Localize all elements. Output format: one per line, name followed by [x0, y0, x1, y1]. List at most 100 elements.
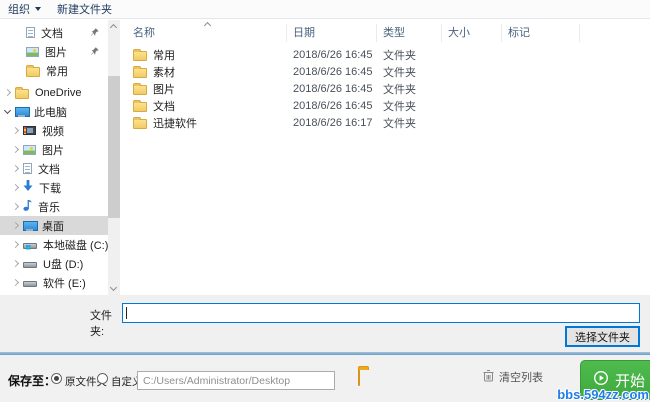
- sidebar-item-label: 视频: [42, 125, 64, 138]
- organize-button[interactable]: 组织: [0, 0, 49, 18]
- watermark-text: bbs.594zz.com: [557, 387, 649, 402]
- video-icon: [23, 126, 36, 135]
- column-header-size[interactable]: 大小: [442, 24, 502, 42]
- pin-icon: [91, 28, 99, 40]
- file-date: 2018/6/26 16:17: [293, 116, 373, 129]
- column-header-tag[interactable]: 标记: [502, 24, 580, 42]
- expand-chevron-icon[interactable]: [11, 240, 20, 249]
- pin-icon: [91, 47, 99, 59]
- sidebar-item-label: 此电脑: [34, 106, 67, 119]
- select-folder-button[interactable]: 选择文件夹: [565, 326, 640, 347]
- file-type: 文件夹: [383, 83, 416, 96]
- file-row-tupian[interactable]: 图片 2018/6/26 16:45 文件夹: [120, 80, 650, 97]
- new-folder-label: 新建文件夹: [57, 4, 112, 16]
- expand-chevron-icon[interactable]: [11, 183, 20, 192]
- desktop-icon: [23, 220, 38, 231]
- file-type: 文件夹: [383, 66, 416, 79]
- sidebar-item-label: 音乐: [38, 201, 60, 214]
- radio-custom[interactable]: [97, 373, 108, 384]
- sidebar-item-label: 常用: [46, 65, 68, 78]
- expand-chevron-icon[interactable]: [11, 126, 20, 135]
- sidebar-item-videos[interactable]: 视频: [0, 121, 108, 140]
- save-to-label: 保存至：: [8, 374, 57, 388]
- expand-chevron-icon[interactable]: [3, 88, 12, 97]
- folder-icon: [358, 368, 360, 386]
- file-type: 文件夹: [383, 117, 416, 130]
- folder-icon: [133, 116, 147, 129]
- sidebar-item-label: OneDrive: [35, 86, 82, 99]
- sidebar-item-common[interactable]: 常用: [0, 61, 108, 80]
- folder-field-label: 文件夹:: [90, 310, 112, 338]
- sidebar-item-label: 软件 (E:): [43, 277, 86, 290]
- column-header-date[interactable]: 日期: [287, 24, 377, 42]
- file-type: 文件夹: [383, 49, 416, 62]
- radio-original-folder[interactable]: [51, 373, 62, 384]
- sidebar-item-pictures[interactable]: 图片: [0, 140, 108, 159]
- column-header-spacer: [580, 24, 650, 42]
- text-caret: [126, 307, 127, 319]
- download-icon: [23, 180, 33, 195]
- expand-chevron-icon[interactable]: [11, 221, 20, 230]
- file-row-sucai[interactable]: 素材 2018/6/26 16:45 文件夹: [120, 63, 650, 80]
- sidebar-item-label: 图片: [42, 144, 64, 157]
- file-name: 图片: [153, 83, 175, 96]
- sidebar-item-label: 图片: [45, 46, 67, 59]
- file-name: 文档: [153, 100, 175, 113]
- picture-icon: [23, 144, 36, 155]
- chevron-down-icon: [35, 7, 41, 11]
- file-date: 2018/6/26 16:45: [293, 48, 373, 61]
- sidebar-scrollbar[interactable]: [108, 20, 120, 295]
- sidebar-item-label: 文档: [38, 163, 60, 176]
- sidebar-item-usb-d[interactable]: U盘 (D:): [0, 254, 108, 273]
- file-row-wendang[interactable]: 文档 2018/6/26 16:45 文件夹: [120, 97, 650, 114]
- file-name: 素材: [153, 66, 175, 79]
- organize-label: 组织: [8, 4, 30, 16]
- trash-icon: [483, 369, 494, 385]
- sidebar-item-music[interactable]: 音乐: [0, 197, 108, 216]
- scroll-up-icon[interactable]: [109, 23, 118, 32]
- expand-chevron-icon[interactable]: [11, 164, 20, 173]
- sidebar-item-software-e[interactable]: 软件 (E:): [0, 273, 108, 292]
- column-header-type[interactable]: 类型: [377, 24, 442, 42]
- new-folder-button[interactable]: 新建文件夹: [49, 0, 120, 18]
- save-path-input[interactable]: [137, 371, 335, 390]
- folder-icon: [133, 65, 147, 78]
- sidebar-item-pictures-pinned[interactable]: 图片: [0, 42, 108, 61]
- file-row-xunjieruanjian[interactable]: 迅捷软件 2018/6/26 16:17 文件夹: [120, 114, 650, 131]
- folder-icon: [133, 99, 147, 112]
- sidebar-item-downloads[interactable]: 下载: [0, 178, 108, 197]
- sidebar-item-onedrive[interactable]: OneDrive: [0, 83, 108, 102]
- clear-list-button[interactable]: 清空列表: [483, 369, 543, 385]
- expand-chevron-icon[interactable]: [11, 202, 20, 211]
- file-date: 2018/6/26 16:45: [293, 99, 373, 112]
- file-row-changyong[interactable]: 常用 2018/6/26 16:45 文件夹: [120, 46, 650, 63]
- folder-icon: [15, 86, 29, 99]
- collapse-chevron-icon[interactable]: [3, 106, 12, 115]
- sidebar-item-label: 本地磁盘 (C:): [43, 239, 109, 252]
- column-header-name[interactable]: 名称: [133, 24, 287, 42]
- sidebar-item-documents-pinned[interactable]: 文档: [0, 23, 108, 42]
- browse-folder-button[interactable]: [346, 367, 372, 387]
- folder-icon: [133, 82, 147, 95]
- expand-chevron-icon[interactable]: [11, 145, 20, 154]
- file-list-header: 名称 日期 类型 大小 标记: [120, 20, 650, 46]
- sidebar-item-local-disk-c[interactable]: 本地磁盘 (C:): [0, 235, 108, 254]
- drive-icon: [23, 262, 37, 268]
- dialog-toolbar: 组织 新建文件夹: [0, 0, 650, 19]
- expand-chevron-icon[interactable]: [11, 278, 20, 287]
- folder-name-input[interactable]: [122, 303, 640, 323]
- drive-icon: [23, 281, 37, 287]
- sidebar-item-label: U盘 (D:): [43, 258, 84, 271]
- sidebar-item-this-pc[interactable]: 此电脑: [0, 102, 108, 121]
- sidebar-item-desktop[interactable]: 桌面: [0, 216, 108, 235]
- sidebar-item-label: 文档: [41, 27, 63, 40]
- dialog-content: 文档 图片 常用 OneDrive 此电脑 视频 图片 文档 下载 音乐 桌面 …: [0, 20, 650, 295]
- sidebar-item-documents[interactable]: 文档: [0, 159, 108, 178]
- expand-chevron-icon[interactable]: [11, 259, 20, 268]
- picture-icon: [26, 46, 39, 57]
- folder-icon: [133, 48, 147, 61]
- scroll-down-icon[interactable]: [109, 283, 118, 292]
- scrollbar-thumb[interactable]: [108, 76, 120, 218]
- folder-picker-dialog: 组织 新建文件夹 文档 图片 常用 OneDrive 此电脑 视频 图片 文档 …: [0, 0, 650, 402]
- music-icon: [23, 199, 32, 214]
